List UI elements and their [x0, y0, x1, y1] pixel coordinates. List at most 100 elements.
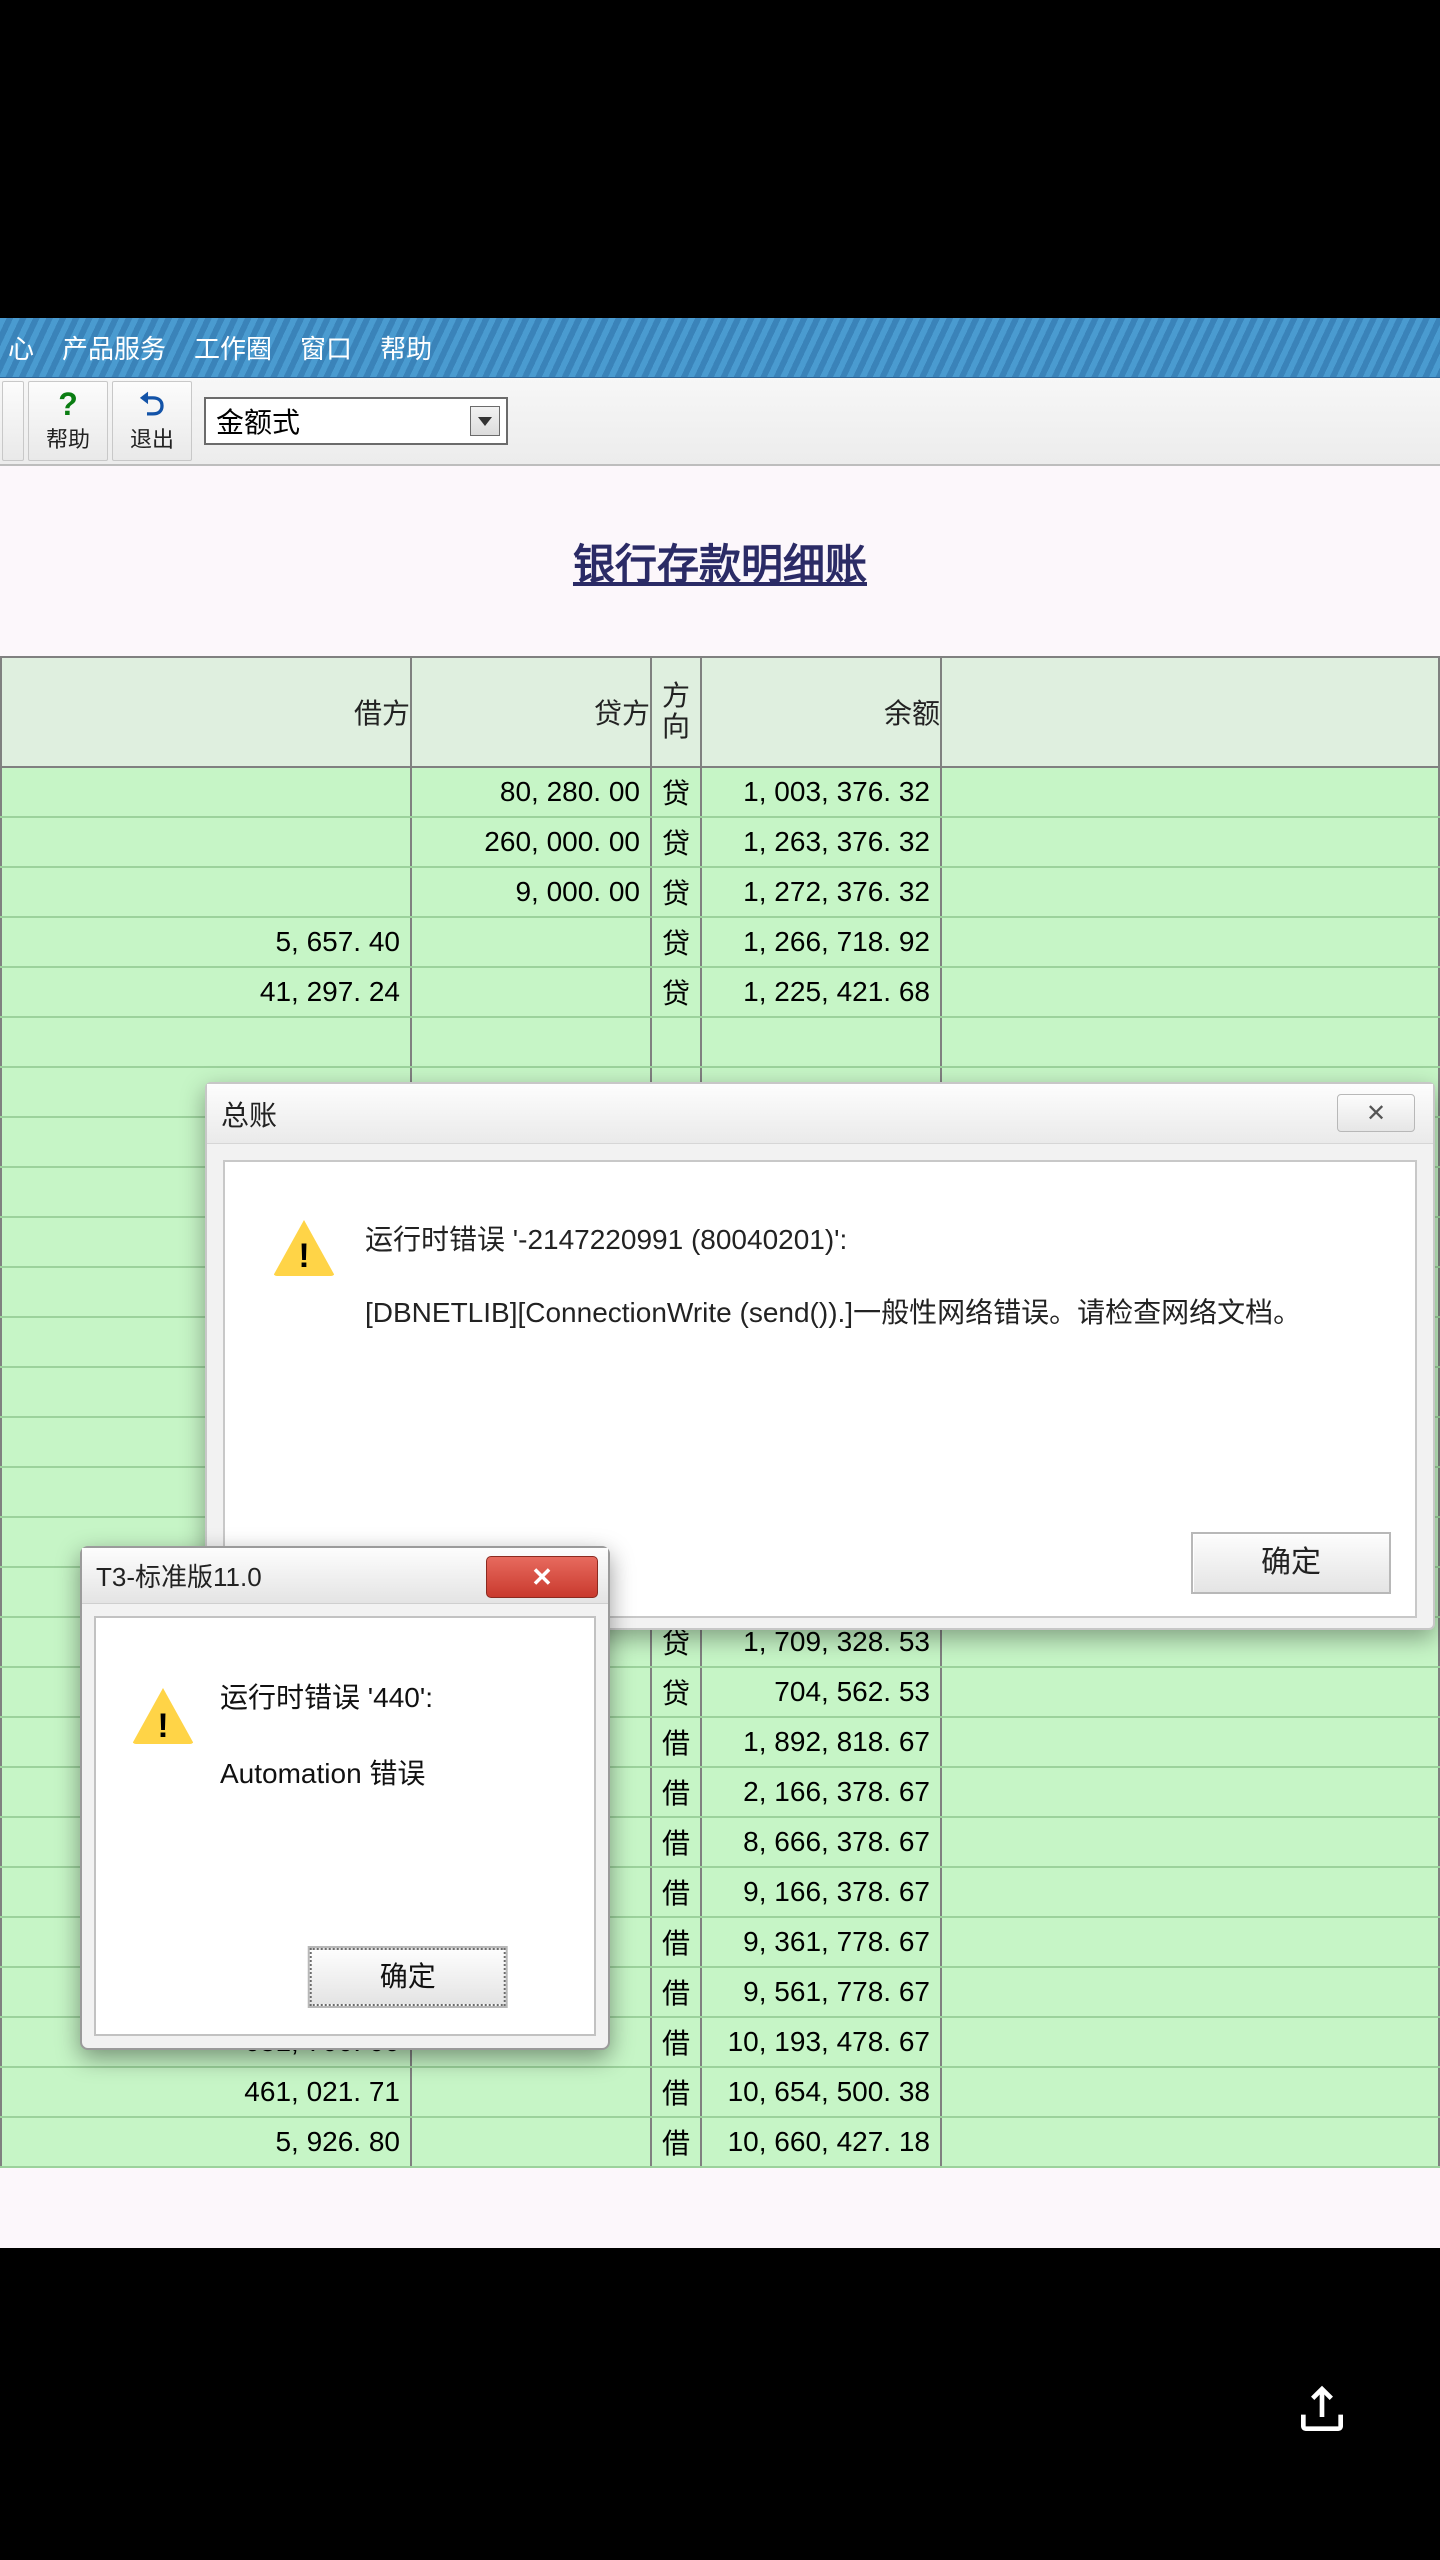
cell-direction: 借	[651, 2017, 701, 2067]
cell-balance: 8, 666, 378. 67	[701, 1817, 941, 1867]
menu-item[interactable]: 工作圈	[190, 325, 276, 370]
menu-item[interactable]: 帮助	[376, 325, 436, 370]
cell-rest	[941, 1967, 1439, 2017]
dialog-body: 运行时错误 '440': Automation 错误 确定	[94, 1616, 596, 2036]
display-mode-select[interactable]: 金额式	[204, 397, 508, 445]
cell-balance: 10, 193, 478. 67	[701, 2017, 941, 2067]
table-row[interactable]: 9, 000. 00贷1, 272, 376. 32	[1, 867, 1439, 917]
cell-balance: 10, 654, 500. 38	[701, 2067, 941, 2117]
cell-debit	[1, 1017, 411, 1067]
cell-rest	[941, 1767, 1439, 1817]
cell-balance: 9, 166, 378. 67	[701, 1867, 941, 1917]
dialog-close-button[interactable]: ✕	[1337, 1094, 1415, 1132]
help-label: 帮助	[46, 422, 90, 454]
cell-credit: 80, 280. 00	[411, 767, 651, 817]
toolbar: ? 帮助 ⮌ 退出 金额式	[0, 378, 1440, 466]
ok-button[interactable]: 确定	[1191, 1532, 1391, 1594]
cell-direction: 贷	[651, 1667, 701, 1717]
dialog-close-button[interactable]: ✕	[486, 1556, 598, 1598]
cell-debit	[1, 817, 411, 867]
exit-button[interactable]: ⮌ 退出	[112, 381, 192, 461]
cell-balance: 1, 272, 376. 32	[701, 867, 941, 917]
col-header-direction: 方向	[651, 657, 701, 767]
exit-icon: ⮌	[139, 388, 165, 420]
cell-rest	[941, 1017, 1439, 1067]
error-line-2: [DBNETLIB][ConnectionWrite (send()).]一般性…	[365, 1291, 1375, 1334]
cell-credit	[411, 2067, 651, 2117]
cell-direction: 借	[651, 1967, 701, 2017]
cell-balance	[701, 1017, 941, 1067]
cell-debit	[1, 867, 411, 917]
cell-credit	[411, 1017, 651, 1067]
cell-direction	[651, 1017, 701, 1067]
cell-rest	[941, 917, 1439, 967]
cell-balance: 2, 166, 378. 67	[701, 1767, 941, 1817]
cell-direction: 借	[651, 2067, 701, 2117]
cell-rest	[941, 2017, 1439, 2067]
warning-icon	[132, 1688, 194, 1744]
cell-direction: 借	[651, 1817, 701, 1867]
warning-icon	[273, 1220, 335, 1276]
table-row[interactable]: 260, 000. 00贷1, 263, 376. 32	[1, 817, 1439, 867]
cell-balance: 704, 562. 53	[701, 1667, 941, 1717]
title-area: 银行存款明细账	[0, 466, 1440, 656]
col-header-credit: 贷方	[411, 657, 651, 767]
cell-debit: 461, 021. 71	[1, 2067, 411, 2117]
cell-balance: 1, 225, 421. 68	[701, 967, 941, 1017]
cell-rest	[941, 1717, 1439, 1767]
menu-item[interactable]: 产品服务	[58, 325, 170, 370]
cell-rest	[941, 1817, 1439, 1867]
cell-credit: 9, 000. 00	[411, 867, 651, 917]
table-row[interactable]: 461, 021. 71 借10, 654, 500. 38	[1, 2067, 1439, 2117]
cell-direction: 借	[651, 1867, 701, 1917]
cell-debit	[1, 767, 411, 817]
page-title: 银行存款明细账	[573, 531, 867, 592]
cell-debit: 5, 657. 40	[1, 917, 411, 967]
cell-debit: 41, 297. 24	[1, 967, 411, 1017]
cell-balance: 1, 892, 818. 67	[701, 1717, 941, 1767]
cell-credit	[411, 917, 651, 967]
cell-direction: 贷	[651, 917, 701, 967]
cell-rest	[941, 2117, 1439, 2167]
help-icon: ?	[58, 388, 78, 420]
cell-debit: 5, 926. 80	[1, 2117, 411, 2167]
cell-rest	[941, 2067, 1439, 2117]
cell-direction: 借	[651, 2117, 701, 2167]
cell-balance: 1, 263, 376. 32	[701, 817, 941, 867]
cell-balance: 9, 361, 778. 67	[701, 1917, 941, 1967]
menubar: 心 产品服务 工作圈 窗口 帮助	[0, 318, 1440, 378]
exit-label: 退出	[130, 422, 174, 454]
cell-direction: 借	[651, 1717, 701, 1767]
cell-credit	[411, 967, 651, 1017]
cell-rest	[941, 867, 1439, 917]
cell-rest	[941, 1667, 1439, 1717]
table-row[interactable]: 5, 926. 80 借10, 660, 427. 18	[1, 2117, 1439, 2167]
cell-rest	[941, 1917, 1439, 1967]
display-mode-value: 金额式	[216, 401, 300, 441]
cell-credit	[411, 2117, 651, 2167]
cell-rest	[941, 817, 1439, 867]
menu-item[interactable]: 心	[4, 325, 38, 370]
cell-direction: 借	[651, 1917, 701, 1967]
cell-rest	[941, 967, 1439, 1017]
menu-item[interactable]: 窗口	[296, 325, 356, 370]
cell-credit: 260, 000. 00	[411, 817, 651, 867]
table-row[interactable]: 41, 297. 24 贷1, 225, 421. 68	[1, 967, 1439, 1017]
col-header-balance: 余额	[701, 657, 941, 767]
share-icon[interactable]	[1294, 2382, 1350, 2438]
col-header-rest	[941, 657, 1439, 767]
cell-direction: 贷	[651, 967, 701, 1017]
cell-balance: 9, 561, 778. 67	[701, 1967, 941, 2017]
cell-direction: 贷	[651, 767, 701, 817]
table-row[interactable]	[1, 1017, 1439, 1067]
cell-balance: 10, 660, 427. 18	[701, 2117, 941, 2167]
table-row[interactable]: 5, 657. 40贷1, 266, 718. 92	[1, 917, 1439, 967]
error-line-2: Automation 错误	[220, 1750, 570, 1798]
cell-rest	[941, 767, 1439, 817]
ok-button[interactable]: 确定	[310, 1948, 506, 2006]
table-row[interactable]: 80, 280. 00贷1, 003, 376. 32	[1, 767, 1439, 817]
help-button[interactable]: ? 帮助	[28, 381, 108, 461]
cell-direction: 贷	[651, 817, 701, 867]
cell-direction: 贷	[651, 867, 701, 917]
table-header-row: 借方 贷方 方向 余额	[1, 657, 1439, 767]
